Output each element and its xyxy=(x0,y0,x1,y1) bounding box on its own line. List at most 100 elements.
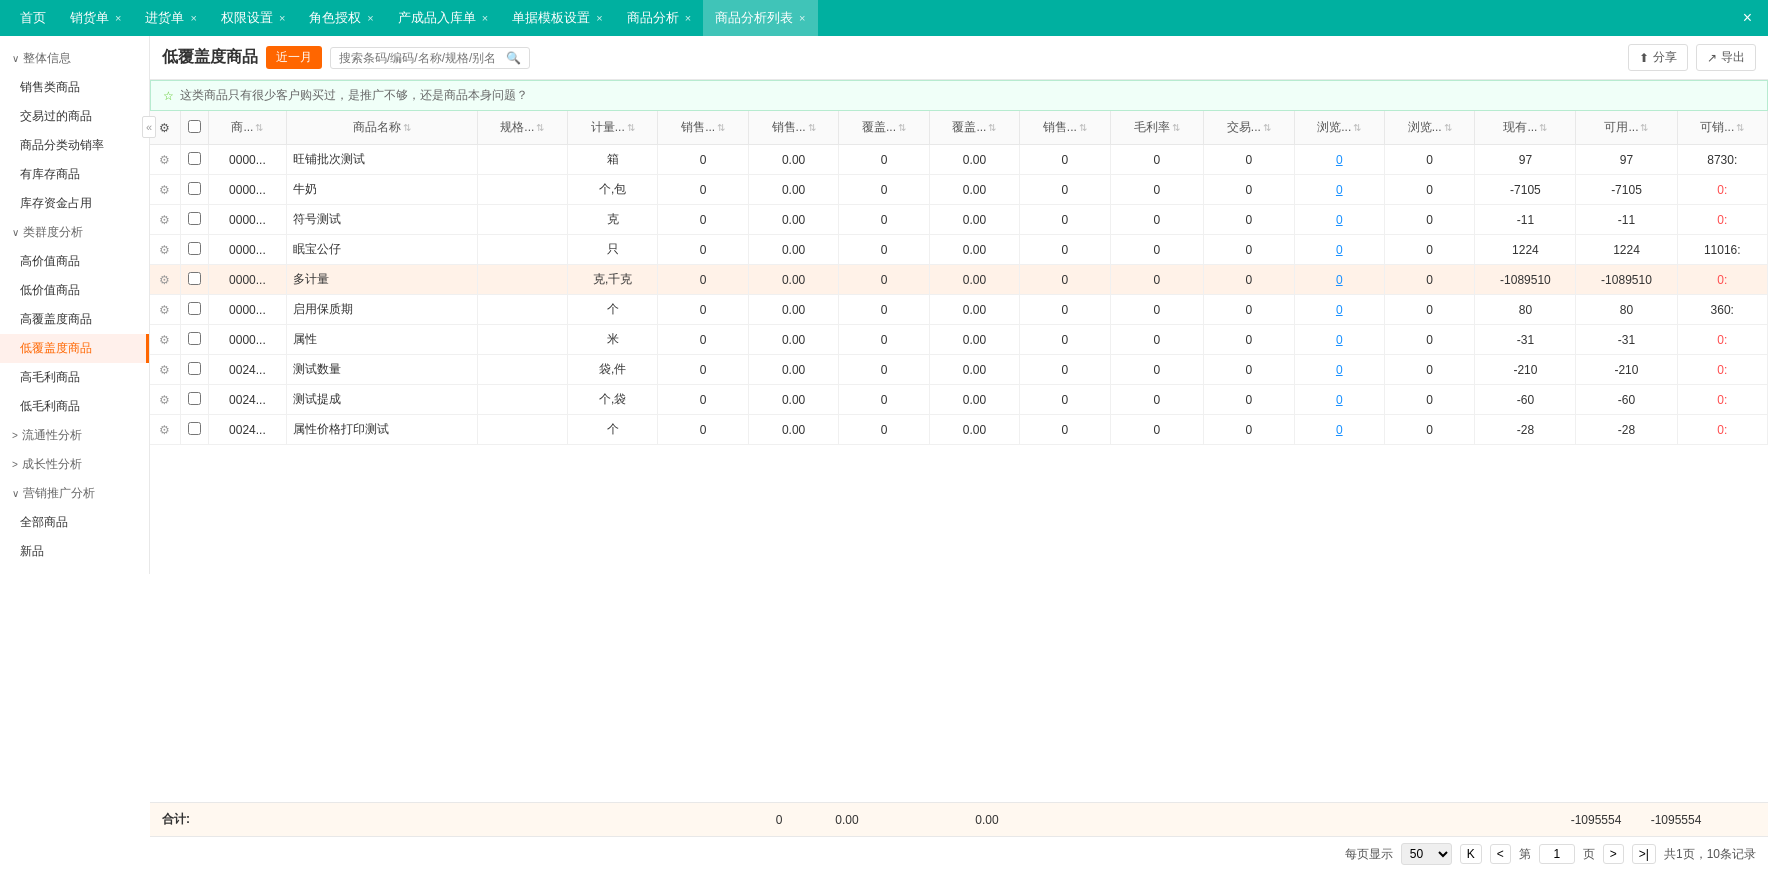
nav-product-analysis-list[interactable]: 商品分析列表 × xyxy=(703,0,817,36)
row-select-checkbox[interactable] xyxy=(188,302,201,315)
col-browse2[interactable]: 浏览...⇅ xyxy=(1384,111,1474,145)
sort-gross-margin-icon[interactable]: ⇅ xyxy=(1172,122,1180,133)
close-permission-icon[interactable]: × xyxy=(279,12,285,24)
row-gear[interactable]: ⚙ xyxy=(150,385,180,415)
sort-coverage1-icon[interactable]: ⇅ xyxy=(898,122,906,133)
first-page-button[interactable]: K xyxy=(1460,844,1482,864)
sidebar-item-high-value[interactable]: 高价值商品 xyxy=(0,247,149,276)
close-role-auth-icon[interactable]: × xyxy=(367,12,373,24)
row-browse1[interactable]: 0 xyxy=(1294,355,1384,385)
close-product-analysis-list-icon[interactable]: × xyxy=(799,12,805,24)
nav-role-auth[interactable]: 角色授权 × xyxy=(297,0,385,36)
sort-sales-qty-icon[interactable]: ⇅ xyxy=(717,122,725,133)
row-checkbox[interactable] xyxy=(180,235,208,265)
row-gear[interactable]: ⚙ xyxy=(150,355,180,385)
row-gear[interactable]: ⚙ xyxy=(150,175,180,205)
sort-saleable-icon[interactable]: ⇅ xyxy=(1736,122,1744,133)
period-button[interactable]: 近一月 xyxy=(266,46,322,69)
row-browse1[interactable]: 0 xyxy=(1294,415,1384,445)
sidebar-item-category-activity[interactable]: 商品分类动销率 xyxy=(0,131,149,160)
row-select-checkbox[interactable] xyxy=(188,362,201,375)
search-box[interactable]: 🔍 xyxy=(330,47,530,69)
row-gear[interactable]: ⚙ xyxy=(150,235,180,265)
col-sales3[interactable]: 销售...⇅ xyxy=(1020,111,1110,145)
row-gear[interactable]: ⚙ xyxy=(150,145,180,175)
sidebar-section-marketing[interactable]: ∨ 营销推广分析 xyxy=(0,479,149,508)
col-sales-amt[interactable]: 销售...⇅ xyxy=(748,111,838,145)
share-button[interactable]: ⬆ 分享 xyxy=(1628,44,1688,71)
nav-sales-order[interactable]: 销货单 × xyxy=(58,0,133,36)
row-select-checkbox[interactable] xyxy=(188,242,201,255)
col-gross-margin[interactable]: 毛利率⇅ xyxy=(1110,111,1204,145)
select-all-checkbox[interactable] xyxy=(188,120,201,133)
sidebar-item-sales-goods[interactable]: 销售类商品 xyxy=(0,73,149,102)
col-sales-qty[interactable]: 销售...⇅ xyxy=(658,111,748,145)
close-sales-order-icon[interactable]: × xyxy=(115,12,121,24)
sidebar-section-circulation[interactable]: > 流通性分析 xyxy=(0,421,149,450)
col-coverage1[interactable]: 覆盖...⇅ xyxy=(839,111,929,145)
sidebar-item-low-coverage[interactable]: 低覆盖度商品 xyxy=(0,334,149,363)
sort-browse1-icon[interactable]: ⇅ xyxy=(1353,122,1361,133)
page-size-select[interactable]: 50 10 20 100 xyxy=(1401,843,1452,865)
row-checkbox[interactable] xyxy=(180,145,208,175)
sidebar-item-stocked-goods[interactable]: 有库存商品 xyxy=(0,160,149,189)
col-code[interactable]: 商...⇅ xyxy=(208,111,287,145)
sort-code-icon[interactable]: ⇅ xyxy=(255,122,263,133)
row-checkbox[interactable] xyxy=(180,415,208,445)
prev-page-button[interactable]: < xyxy=(1490,844,1511,864)
close-purchase-order-icon[interactable]: × xyxy=(190,12,196,24)
close-product-warehousing-icon[interactable]: × xyxy=(482,12,488,24)
row-select-checkbox[interactable] xyxy=(188,152,201,165)
row-browse1[interactable]: 0 xyxy=(1294,295,1384,325)
row-browse1[interactable]: 0 xyxy=(1294,175,1384,205)
table-container[interactable]: ⚙ 商...⇅ 商品名称⇅ 规格...⇅ 计量...⇅ 销售...⇅ 销售...… xyxy=(150,111,1768,802)
sidebar-item-high-margin[interactable]: 高毛利商品 xyxy=(0,363,149,392)
sidebar-section-cluster[interactable]: ∨ 类群度分析 xyxy=(0,218,149,247)
col-coverage2[interactable]: 覆盖...⇅ xyxy=(929,111,1019,145)
row-browse1[interactable]: 0 xyxy=(1294,145,1384,175)
row-gear[interactable]: ⚙ xyxy=(150,295,180,325)
sidebar-section-overall[interactable]: ∨ 整体信息 xyxy=(0,44,149,73)
nav-permission[interactable]: 权限设置 × xyxy=(209,0,297,36)
export-button[interactable]: ↗ 导出 xyxy=(1696,44,1756,71)
close-product-analysis-icon[interactable]: × xyxy=(685,12,691,24)
sidebar-item-all-goods[interactable]: 全部商品 xyxy=(0,508,149,537)
nav-home[interactable]: 首页 xyxy=(8,0,58,36)
row-browse1[interactable]: 0 xyxy=(1294,235,1384,265)
row-gear[interactable]: ⚙ xyxy=(150,415,180,445)
col-unit[interactable]: 计量...⇅ xyxy=(568,111,658,145)
search-input[interactable] xyxy=(339,51,502,65)
row-checkbox[interactable] xyxy=(180,295,208,325)
row-gear[interactable]: ⚙ xyxy=(150,325,180,355)
last-page-button[interactable]: >| xyxy=(1632,844,1656,864)
col-spec[interactable]: 规格...⇅ xyxy=(477,111,567,145)
row-browse1[interactable]: 0 xyxy=(1294,385,1384,415)
sort-coverage2-icon[interactable]: ⇅ xyxy=(988,122,996,133)
row-gear[interactable]: ⚙ xyxy=(150,205,180,235)
col-name[interactable]: 商品名称⇅ xyxy=(287,111,477,145)
current-page-input[interactable] xyxy=(1539,844,1575,864)
sidebar-item-high-coverage[interactable]: 高覆盖度商品 xyxy=(0,305,149,334)
col-browse1[interactable]: 浏览...⇅ xyxy=(1294,111,1384,145)
sidebar-item-new-goods[interactable]: 新品 xyxy=(0,537,149,566)
row-checkbox[interactable] xyxy=(180,385,208,415)
sort-current-stock-icon[interactable]: ⇅ xyxy=(1539,122,1547,133)
row-checkbox[interactable] xyxy=(180,325,208,355)
row-checkbox[interactable] xyxy=(180,265,208,295)
search-icon[interactable]: 🔍 xyxy=(506,51,521,65)
sort-sales-amt-icon[interactable]: ⇅ xyxy=(808,122,816,133)
row-browse1[interactable]: 0 xyxy=(1294,205,1384,235)
sidebar-section-growth[interactable]: > 成长性分析 xyxy=(0,450,149,479)
col-transaction[interactable]: 交易...⇅ xyxy=(1204,111,1294,145)
col-saleable[interactable]: 可销...⇅ xyxy=(1677,111,1768,145)
row-checkbox[interactable] xyxy=(180,205,208,235)
sidebar-item-low-margin[interactable]: 低毛利商品 xyxy=(0,392,149,421)
sidebar-item-low-value[interactable]: 低价值商品 xyxy=(0,276,149,305)
row-checkbox[interactable] xyxy=(180,355,208,385)
col-available[interactable]: 可用...⇅ xyxy=(1576,111,1677,145)
row-browse1[interactable]: 0 xyxy=(1294,265,1384,295)
nav-close-all-button[interactable]: × xyxy=(1735,9,1760,27)
sort-transaction-icon[interactable]: ⇅ xyxy=(1263,122,1271,133)
sort-available-icon[interactable]: ⇅ xyxy=(1640,122,1648,133)
next-page-button[interactable]: > xyxy=(1603,844,1624,864)
